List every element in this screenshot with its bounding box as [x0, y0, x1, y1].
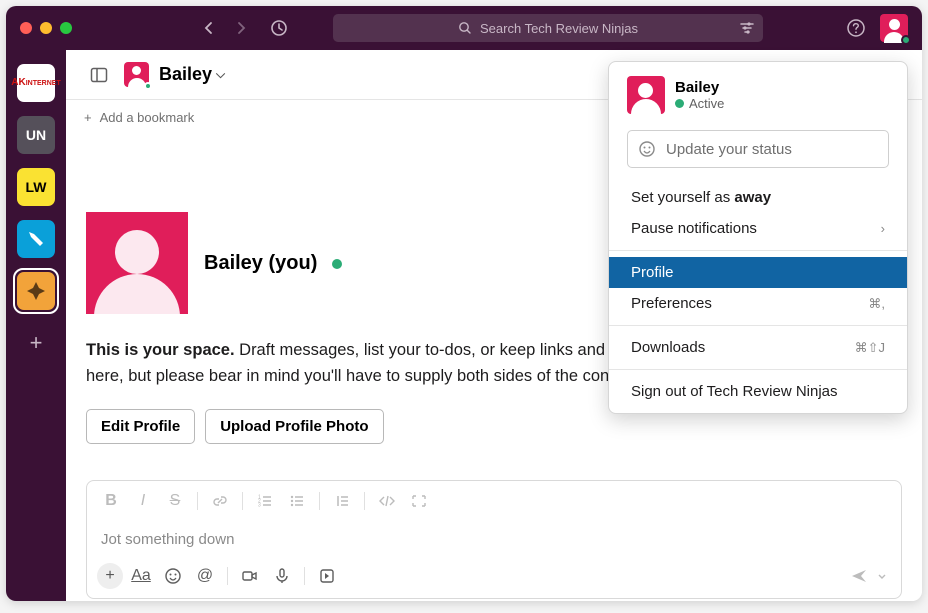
workspace-rail: AKINTERNET UN LW +	[6, 50, 66, 601]
bullet-list-icon[interactable]	[283, 487, 311, 515]
upload-photo-button[interactable]: Upload Profile Photo	[205, 409, 383, 444]
send-icon[interactable]	[845, 562, 873, 590]
minimize-window[interactable]	[40, 22, 52, 34]
italic-icon[interactable]: I	[129, 487, 157, 515]
menu-user-presence: Active	[675, 96, 724, 111]
forward-icon[interactable]	[227, 14, 255, 42]
status-placeholder: Update your status	[666, 141, 792, 158]
status-input[interactable]: Update your status	[627, 130, 889, 168]
add-workspace-button[interactable]: +	[17, 324, 55, 362]
workspace-item[interactable]: UN	[17, 116, 55, 154]
link-icon[interactable]	[206, 487, 234, 515]
audio-icon[interactable]	[268, 562, 296, 590]
menu-header: Bailey Active	[609, 62, 907, 124]
menu-downloads[interactable]: Downloads ⌘⇧J	[609, 332, 907, 363]
codeblock-icon[interactable]	[405, 487, 433, 515]
app-window: Search Tech Review Ninjas AKINTERNET UN …	[6, 6, 922, 601]
presence-indicator	[332, 259, 342, 269]
close-window[interactable]	[20, 22, 32, 34]
shortcut-icon[interactable]	[313, 562, 341, 590]
ordered-list-icon[interactable]: 123	[251, 487, 279, 515]
workspace-item[interactable]: AKINTERNET	[17, 64, 55, 102]
menu-set-away[interactable]: Set yourself as away	[609, 182, 907, 213]
workspace-item[interactable]	[17, 220, 55, 258]
menu-pause-notifications[interactable]: Pause notifications ›	[609, 213, 907, 244]
add-bookmark-button[interactable]: Add a bookmark	[100, 110, 195, 125]
search-icon	[458, 21, 472, 35]
send-options-icon[interactable]	[873, 562, 891, 590]
video-icon[interactable]	[236, 562, 264, 590]
attach-icon[interactable]: +	[97, 563, 123, 589]
search-bar[interactable]: Search Tech Review Ninjas	[333, 14, 763, 42]
channel-avatar	[124, 62, 149, 87]
composer-actions: + Aa @	[87, 558, 901, 598]
menu-user-name: Bailey	[675, 79, 724, 96]
profile-display-name: Bailey (you)	[204, 252, 317, 274]
x-shape-icon	[25, 280, 47, 302]
help-icon[interactable]	[842, 14, 870, 42]
menu-preferences[interactable]: Preferences ⌘,	[609, 288, 907, 319]
profile-avatar	[86, 212, 188, 314]
format-toggle-icon[interactable]: Aa	[127, 562, 155, 590]
user-menu: Bailey Active Update your status Set you…	[608, 61, 908, 414]
window-controls	[20, 22, 72, 34]
channel-name-button[interactable]: Bailey ⌵	[159, 64, 225, 85]
edit-profile-button[interactable]: Edit Profile	[86, 409, 195, 444]
chevron-down-icon: ⌵	[216, 67, 225, 82]
svg-text:3: 3	[258, 503, 261, 509]
back-icon[interactable]	[195, 14, 223, 42]
blockquote-icon[interactable]	[328, 487, 356, 515]
mention-icon[interactable]: @	[191, 562, 219, 590]
presence-indicator	[901, 35, 911, 45]
code-icon[interactable]	[373, 487, 401, 515]
workspace-item-active[interactable]	[17, 272, 55, 310]
message-composer: B I S 123 Jot something do	[86, 480, 902, 599]
search-placeholder: Search Tech Review Ninjas	[480, 21, 638, 36]
workspace-item[interactable]: LW	[17, 168, 55, 206]
emoji-icon[interactable]	[159, 562, 187, 590]
composer-input[interactable]: Jot something down	[87, 521, 901, 558]
menu-avatar	[627, 76, 665, 114]
titlebar: Search Tech Review Ninjas	[6, 6, 922, 50]
user-avatar-button[interactable]	[880, 14, 908, 42]
menu-profile[interactable]: Profile	[609, 257, 907, 288]
pen-icon	[26, 229, 46, 249]
maximize-window[interactable]	[60, 22, 72, 34]
chevron-right-icon: ›	[881, 221, 885, 236]
menu-sign-out[interactable]: Sign out of Tech Review Ninjas	[609, 376, 907, 407]
channel-name-label: Bailey	[159, 64, 212, 85]
bold-icon[interactable]: B	[97, 487, 125, 515]
history-nav	[195, 14, 293, 42]
strike-icon[interactable]: S	[161, 487, 189, 515]
history-icon[interactable]	[265, 14, 293, 42]
emoji-icon	[638, 140, 656, 158]
sidebar-toggle-icon[interactable]	[84, 60, 114, 90]
filter-icon[interactable]	[739, 20, 755, 36]
format-toolbar: B I S 123	[87, 481, 901, 521]
plus-icon: +	[84, 110, 92, 125]
